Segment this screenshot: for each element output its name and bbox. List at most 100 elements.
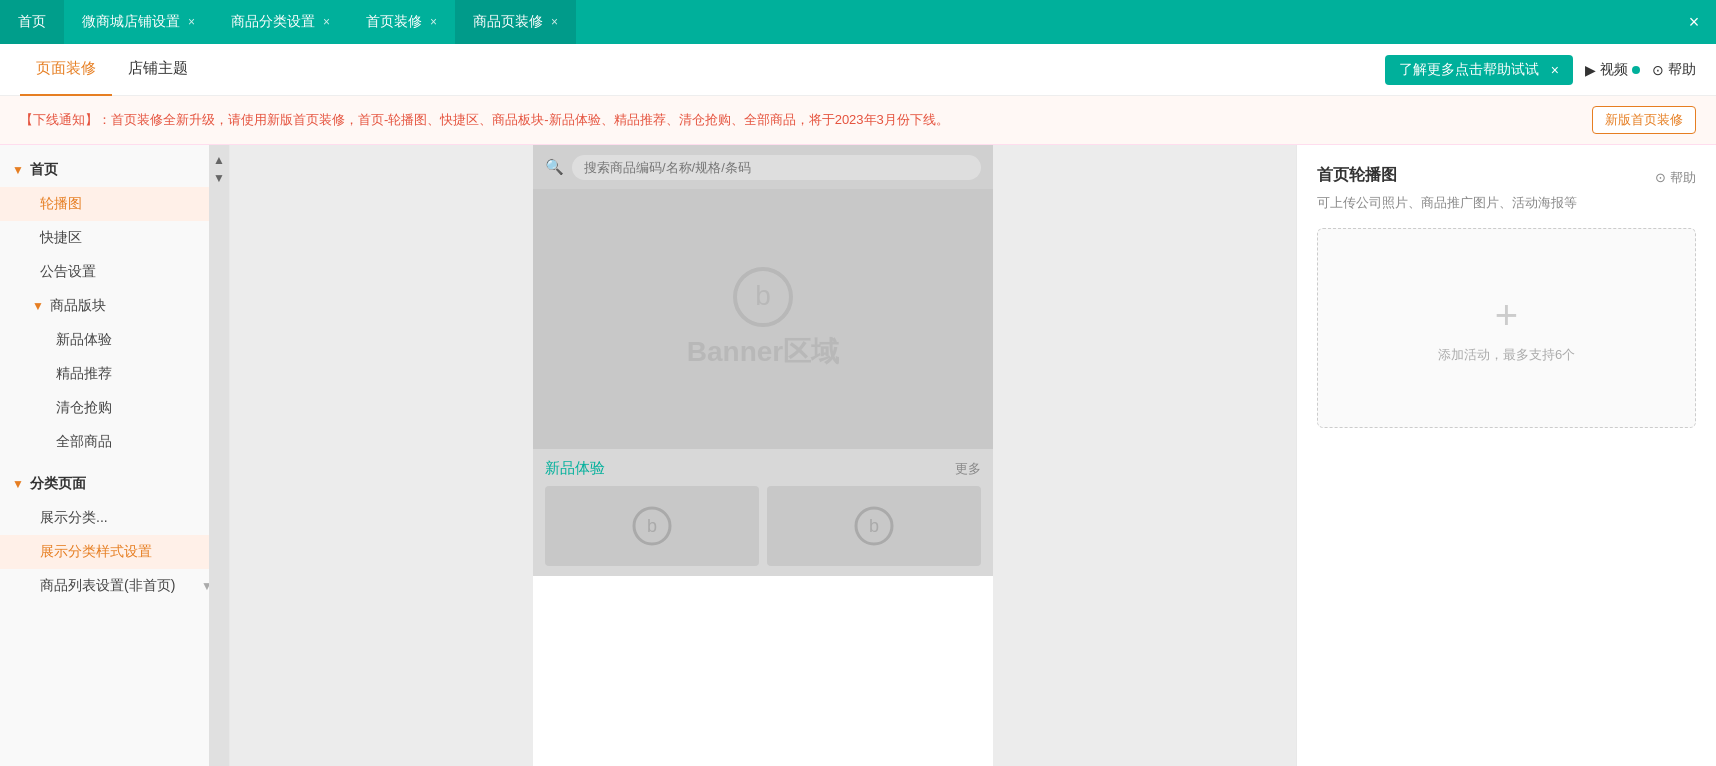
right-panel-header: 首页轮播图 ⊙ 帮助 xyxy=(1317,165,1696,190)
right-panel: 首页轮播图 ⊙ 帮助 可上传公司照片、商品推广图片、活动海报等 + 添加活动，最… xyxy=(1296,145,1716,766)
notice-text: 【下线通知】：首页装修全新升级，请使用新版首页装修，首页-轮播图、快捷区、商品板… xyxy=(20,111,1576,129)
help-banner: 了解更多点击帮助试试 × xyxy=(1385,55,1573,85)
add-banner-label: 添加活动，最多支持6个 xyxy=(1438,346,1575,364)
preview-panel: 🔍 b Banner区域 xyxy=(230,145,1296,766)
tab-store-settings[interactable]: 微商城店铺设置 × xyxy=(64,0,213,44)
sidebar-item-category-style[interactable]: 展示分类样式设置 xyxy=(0,535,229,569)
add-banner-box[interactable]: + 添加活动，最多支持6个 xyxy=(1317,228,1696,428)
sidebar-section-home[interactable]: ▼ 首页 xyxy=(0,153,229,187)
tab-home-decoration-close[interactable]: × xyxy=(430,15,437,29)
sidebar-subsection-product-blocks[interactable]: ▼ 商品版块 xyxy=(0,289,229,323)
tab-category-settings-close[interactable]: × xyxy=(323,15,330,29)
sidebar-item-new-experience-label: 新品体验 xyxy=(56,331,112,347)
tab-bar: 首页 微商城店铺设置 × 商品分类设置 × 首页装修 × 商品页装修 × × xyxy=(0,0,1716,44)
sidebar-item-carousel-label: 轮播图 xyxy=(40,195,82,211)
sidebar-section-category-label: 分类页面 xyxy=(30,475,86,493)
help-banner-text: 了解更多点击帮助试试 xyxy=(1399,61,1539,79)
right-panel-help-link[interactable]: ⊙ 帮助 xyxy=(1655,169,1696,187)
product-grid: b b xyxy=(545,486,981,566)
search-icon: 🔍 xyxy=(545,158,564,176)
search-input-preview[interactable] xyxy=(572,155,981,180)
subtab-page-decoration-label: 页面装修 xyxy=(36,59,96,78)
collapse-up-arrow: ▲ xyxy=(213,153,225,167)
help-label: 帮助 xyxy=(1668,61,1696,79)
subtab-store-theme[interactable]: 店铺主题 xyxy=(112,44,204,96)
tab-store-settings-label: 微商城店铺设置 xyxy=(82,13,180,31)
product-section-header: 新品体验 更多 xyxy=(545,459,981,478)
sidebar-item-clearance-label: 清仓抢购 xyxy=(56,399,112,415)
collapse-down-arrow: ▼ xyxy=(213,171,225,185)
sidebar-item-new-experience[interactable]: 新品体验 xyxy=(0,323,229,357)
sidebar-item-product-list-setting[interactable]: 商品列表设置(非首页) ▼ xyxy=(0,569,229,603)
main-area: ▼ 首页 轮播图 快捷区 公告设置 ▼ 商品版块 新品体验 精品推荐 xyxy=(0,145,1716,766)
question-circle-icon: ⊙ xyxy=(1655,170,1666,185)
banner-area: b Banner区域 xyxy=(533,189,993,449)
window-close-button[interactable]: × xyxy=(1672,0,1716,44)
plus-icon: + xyxy=(1495,293,1518,338)
new-decoration-button[interactable]: 新版首页装修 xyxy=(1592,106,1696,134)
right-panel-subtitle: 可上传公司照片、商品推广图片、活动海报等 xyxy=(1317,194,1696,212)
sidebar-section-home-label: 首页 xyxy=(30,161,58,179)
expand-arrow-product-blocks: ▼ xyxy=(32,299,44,313)
video-link[interactable]: ▶ 视频 xyxy=(1585,61,1640,79)
subtab-bar: 页面装修 店铺主题 了解更多点击帮助试试 × ▶ 视频 ⊙ 帮助 xyxy=(0,44,1716,96)
help-banner-close[interactable]: × xyxy=(1551,62,1559,78)
subtab-page-decoration[interactable]: 页面装修 xyxy=(20,44,112,96)
subtab-right-area: 了解更多点击帮助试试 × ▶ 视频 ⊙ 帮助 xyxy=(1385,55,1696,85)
tab-product-decoration-close[interactable]: × xyxy=(551,15,558,29)
notice-bar: 【下线通知】：首页装修全新升级，请使用新版首页装修，首页-轮播图、快捷区、商品板… xyxy=(0,96,1716,145)
sidebar-item-carousel[interactable]: 轮播图 xyxy=(0,187,229,221)
sidebar-item-category-style-label: 展示分类样式设置 xyxy=(40,543,152,559)
phone-frame: 🔍 b Banner区域 xyxy=(533,145,993,766)
product-item-1: b xyxy=(545,486,759,566)
product-section: 新品体验 更多 b b xyxy=(533,449,993,576)
tab-category-settings[interactable]: 商品分类设置 × xyxy=(213,0,348,44)
product-section-title: 新品体验 xyxy=(545,459,605,478)
tab-product-decoration[interactable]: 商品页装修 × xyxy=(455,0,576,44)
sidebar-collapse-handle[interactable]: ▲ ▼ xyxy=(209,145,229,766)
banner-logo: b Banner区域 xyxy=(687,267,839,371)
subtab-store-theme-label: 店铺主题 xyxy=(128,59,188,78)
tab-category-settings-label: 商品分类设置 xyxy=(231,13,315,31)
product-icon-2: b xyxy=(854,506,894,546)
sidebar-item-show-category[interactable]: 展示分类... xyxy=(0,501,229,535)
sidebar-item-all-products-label: 全部商品 xyxy=(56,433,112,449)
expand-arrow-category: ▼ xyxy=(12,477,24,491)
product-item-2: b xyxy=(767,486,981,566)
sidebar-item-clearance[interactable]: 清仓抢购 xyxy=(0,391,229,425)
sidebar-item-product-list-label: 商品列表设置(非首页) xyxy=(40,577,175,595)
right-panel-title: 首页轮播图 xyxy=(1317,165,1397,186)
help-link[interactable]: ⊙ 帮助 xyxy=(1652,61,1696,79)
tab-store-settings-close[interactable]: × xyxy=(188,15,195,29)
product-more: 更多 xyxy=(955,460,981,478)
sidebar-subsection-product-blocks-label: 商品版块 xyxy=(50,297,106,315)
tab-home[interactable]: 首页 xyxy=(0,0,64,44)
sidebar-item-all-products[interactable]: 全部商品 xyxy=(0,425,229,459)
product-icon-1: b xyxy=(632,506,672,546)
play-icon: ▶ xyxy=(1585,62,1596,78)
svg-text:b: b xyxy=(755,280,771,311)
expand-arrow-home: ▼ xyxy=(12,163,24,177)
dot-icon xyxy=(1632,66,1640,74)
window-close-icon: × xyxy=(1689,12,1700,33)
sidebar-item-premium-label: 精品推荐 xyxy=(56,365,112,381)
video-label: 视频 xyxy=(1600,61,1628,79)
banner-text: Banner区域 xyxy=(687,333,839,371)
sidebar-inner: ▼ 首页 轮播图 快捷区 公告设置 ▼ 商品版块 新品体验 精品推荐 xyxy=(0,145,229,611)
sidebar-item-notice-label: 公告设置 xyxy=(40,263,96,279)
sidebar-item-shortcut-label: 快捷区 xyxy=(40,229,82,245)
sidebar-section-category[interactable]: ▼ 分类页面 xyxy=(0,467,229,501)
tab-home-decoration-label: 首页装修 xyxy=(366,13,422,31)
sidebar-item-show-category-label: 展示分类... xyxy=(40,509,108,525)
sidebar: ▼ 首页 轮播图 快捷区 公告设置 ▼ 商品版块 新品体验 精品推荐 xyxy=(0,145,230,766)
sidebar-item-shortcut[interactable]: 快捷区 xyxy=(0,221,229,255)
banner-brand-icon: b xyxy=(733,267,793,327)
tab-product-decoration-label: 商品页装修 xyxy=(473,13,543,31)
search-bar-preview: 🔍 xyxy=(533,145,993,189)
tab-home-label: 首页 xyxy=(18,13,46,31)
sidebar-item-notice[interactable]: 公告设置 xyxy=(0,255,229,289)
right-panel-help-label: 帮助 xyxy=(1670,169,1696,187)
tab-home-decoration[interactable]: 首页装修 × xyxy=(348,0,455,44)
svg-text:b: b xyxy=(869,516,879,536)
sidebar-item-premium[interactable]: 精品推荐 xyxy=(0,357,229,391)
